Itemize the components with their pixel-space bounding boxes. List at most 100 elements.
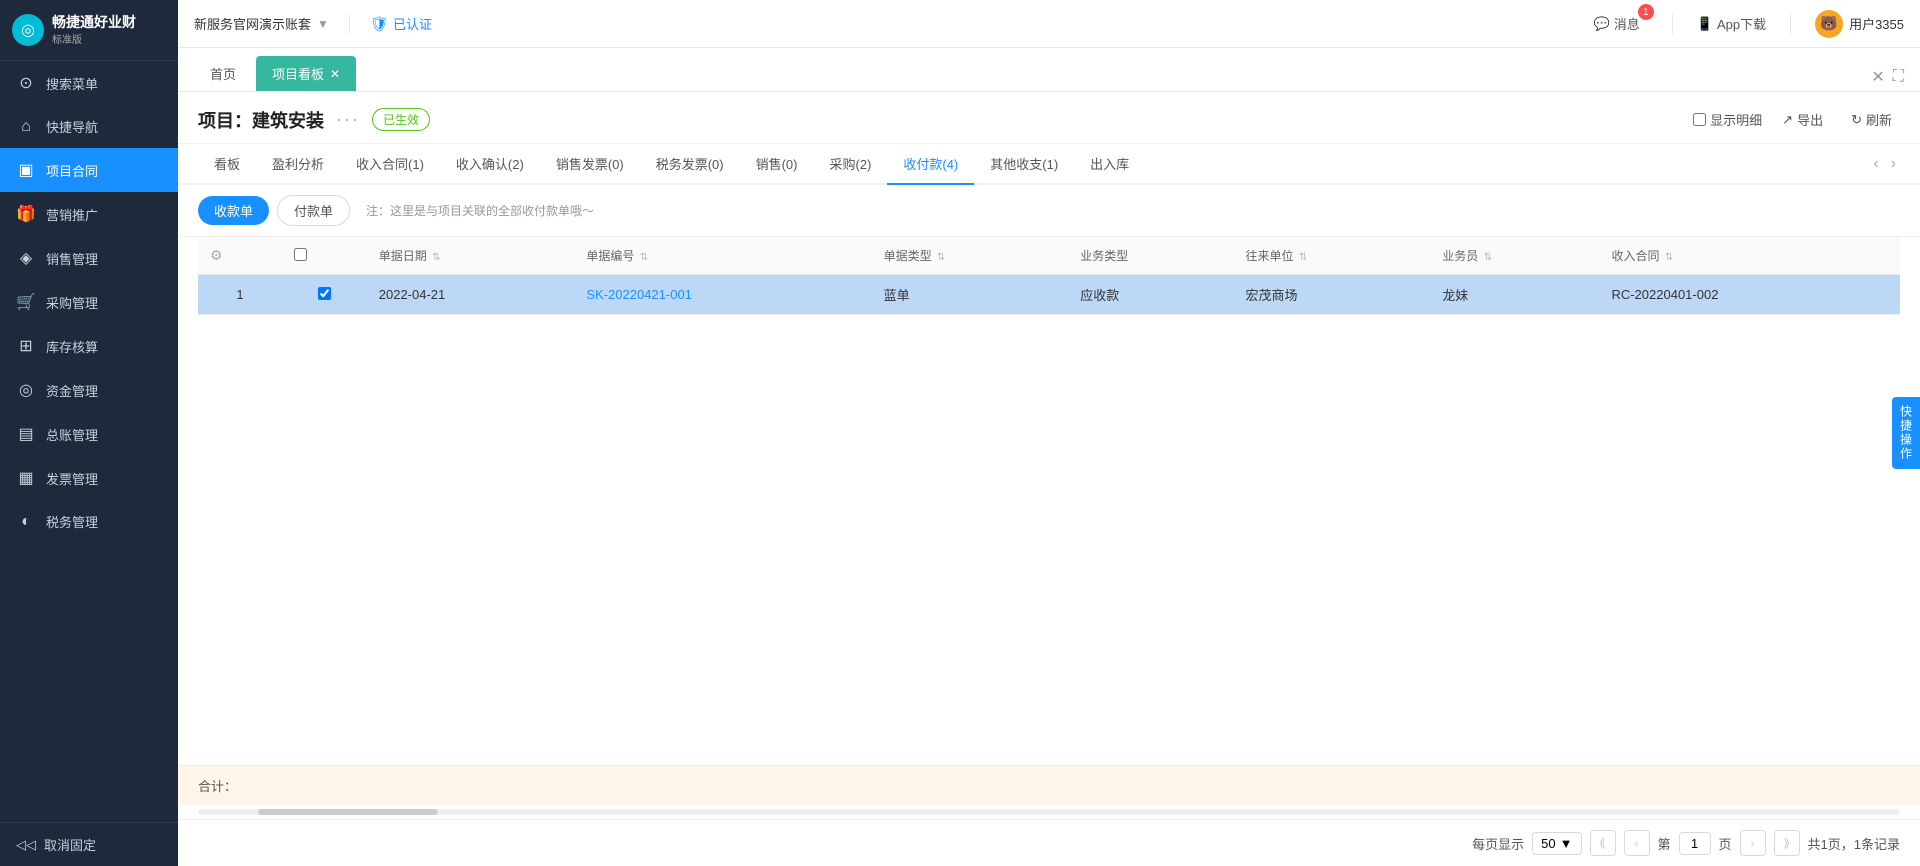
row-checkbox[interactable] xyxy=(318,287,331,300)
sub-tab-profit[interactable]: 盈利分析 xyxy=(256,144,340,185)
col-biz-type: 业务类型 xyxy=(1068,237,1233,275)
unpin-button[interactable]: ◁◁ 取消固定 xyxy=(0,822,178,866)
avatar: 🐻 xyxy=(1815,10,1843,38)
sort-code-icon[interactable]: ⇅ xyxy=(640,252,648,263)
sub-tab-tax-invoice[interactable]: 税务发票(0) xyxy=(640,144,740,185)
sub-tab-income-confirm[interactable]: 收入确认(2) xyxy=(440,144,540,185)
sub-tab-kanban[interactable]: 看板 xyxy=(198,144,256,185)
topbar-divider xyxy=(349,14,350,34)
maximize-icon[interactable]: ⛶ xyxy=(1893,68,1904,86)
payment-bill-button[interactable]: 付款单 xyxy=(277,195,350,226)
sub-tab-bar: 看板 盈利分析 收入合同(1) 收入确认(2) 销售发票(0) 税务发票(0) … xyxy=(178,144,1920,185)
workspace-selector[interactable]: 新服务官网演示账套 ▼ xyxy=(194,14,329,33)
page-input[interactable] xyxy=(1679,832,1711,855)
page-suffix-label: 页 xyxy=(1719,834,1732,853)
sidebar-logo: ◎ 畅捷通好业财 标准版 xyxy=(0,0,178,61)
settings-header: ⚙ xyxy=(198,237,282,275)
col-income-contract: 收入合同 ⇅ xyxy=(1599,237,1900,275)
col-type: 单据类型 ⇅ xyxy=(872,237,1069,275)
sub-tab-sales-invoice[interactable]: 销售发票(0) xyxy=(540,144,640,185)
sort-counterpart-icon[interactable]: ⇅ xyxy=(1299,252,1307,263)
refresh-button[interactable]: ↻ 刷新 xyxy=(1843,106,1900,133)
prev-page-button[interactable]: ‹ xyxy=(1624,830,1650,856)
sub-tab-purchase[interactable]: 采购(2) xyxy=(813,144,887,185)
sub-tab-prev-icon[interactable]: ‹ xyxy=(1869,151,1882,177)
table-settings-icon[interactable]: ⚙ xyxy=(210,247,223,263)
table-row[interactable]: 1 2022-04-21 SK-20220421-001 蓝单 应收款 宏茂商场… xyxy=(198,275,1900,315)
sub-tab-sales[interactable]: 销售(0) xyxy=(740,144,814,185)
sidebar-item-ledger[interactable]: ▤ 总账管理 xyxy=(0,412,178,456)
sidebar-item-marketing[interactable]: 🎁 营销推广 xyxy=(0,192,178,236)
project-header-right: 显示明细 ↗ 导出 ↻ 刷新 xyxy=(1693,106,1900,133)
sort-contract-icon[interactable]: ⇅ xyxy=(1665,252,1673,263)
capital-icon: ◎ xyxy=(16,380,36,400)
per-page-select[interactable]: 50 ▼ xyxy=(1532,832,1581,855)
page-label: 第 xyxy=(1658,834,1671,853)
certified-badge: 🛡 已认证 xyxy=(370,14,432,33)
sort-type-icon[interactable]: ⇅ xyxy=(937,252,945,263)
sidebar-item-nav[interactable]: ⌂ 快捷导航 xyxy=(0,105,178,148)
horizontal-scrollbar[interactable] xyxy=(178,805,1920,819)
tab-home[interactable]: 首页 xyxy=(194,56,252,91)
refresh-icon: ↻ xyxy=(1851,112,1862,128)
tab-project-board[interactable]: 项目看板 ✕ xyxy=(256,56,356,91)
float-action-button[interactable]: 快捷操作 xyxy=(1892,397,1920,469)
data-table: ⚙ 单据日期 ⇅ 单据编号 ⇅ xyxy=(198,237,1900,315)
sort-date-icon[interactable]: ⇅ xyxy=(432,252,440,263)
sub-tab-income-contract[interactable]: 收入合同(1) xyxy=(340,144,440,185)
sub-tab-nav: ‹ › xyxy=(1869,151,1900,177)
close-window-icon[interactable]: ✕ xyxy=(1871,67,1884,87)
unpin-icon: ◁◁ xyxy=(16,837,36,853)
sub-tab-receipt[interactable]: 收付款(4) xyxy=(887,144,974,185)
sidebar-item-purchase[interactable]: 🛒 采购管理 xyxy=(0,280,178,324)
row-code-link[interactable]: SK-20220421-001 xyxy=(586,287,692,302)
export-button[interactable]: ↗ 导出 xyxy=(1774,106,1831,133)
row-checkbox-cell xyxy=(282,275,367,315)
message-button[interactable]: 💬 消息 1 xyxy=(1586,10,1648,37)
row-counterpart: 宏茂商场 xyxy=(1234,275,1431,315)
sidebar-item-invoice[interactable]: ▦ 发票管理 xyxy=(0,456,178,500)
next-page-button[interactable]: › xyxy=(1740,830,1766,856)
invoice-icon: ▦ xyxy=(16,468,36,488)
purchase-icon: 🛒 xyxy=(16,292,36,312)
table-container: ⚙ 单据日期 ⇅ 单据编号 ⇅ xyxy=(178,237,1920,765)
row-salesman: 龙妹 xyxy=(1430,275,1599,315)
row-biz-type: 应收款 xyxy=(1068,275,1233,315)
sub-tab-next-icon[interactable]: › xyxy=(1887,151,1900,177)
first-page-button[interactable]: ⟪ xyxy=(1590,830,1616,856)
show-detail-input[interactable] xyxy=(1693,113,1706,126)
receipt-tab-bar: 收款单 付款单 注：这里是与项目关联的全部收付款单哦～ xyxy=(178,185,1920,237)
page-title: 项目：建筑安装 xyxy=(198,107,324,133)
tab-close-icon[interactable]: ✕ xyxy=(330,67,340,81)
row-type: 蓝单 xyxy=(872,275,1069,315)
sidebar-item-inventory[interactable]: ⊞ 库存核算 xyxy=(0,324,178,368)
last-page-button[interactable]: ⟫ xyxy=(1774,830,1800,856)
shield-icon: 🛡 xyxy=(370,15,389,33)
sidebar-item-sales[interactable]: ◈ 销售管理 xyxy=(0,236,178,280)
sidebar-item-tax[interactable]: ◐ 税务管理 xyxy=(0,500,178,543)
show-detail-checkbox[interactable]: 显示明细 xyxy=(1693,110,1762,129)
col-salesman: 业务员 ⇅ xyxy=(1430,237,1599,275)
main-area: 新服务官网演示账套 ▼ 🛡 已认证 💬 消息 1 📱 App下载 🐻 用户335… xyxy=(178,0,1920,866)
sort-salesman-icon[interactable]: ⇅ xyxy=(1484,252,1492,263)
app-logo-text: 畅捷通好业财 标准版 xyxy=(52,14,136,46)
checkbox-header xyxy=(282,237,367,275)
more-options-button[interactable]: ··· xyxy=(336,109,360,130)
sidebar-item-contract[interactable]: ▣ 项目合同 xyxy=(0,148,178,192)
sidebar-menu: ⊙ 搜索菜单 ⌂ 快捷导航 ▣ 项目合同 🎁 营销推广 ◈ 销售管理 🛒 采购管… xyxy=(0,61,178,822)
search-menu-icon: ⊙ xyxy=(16,73,36,93)
per-page-arrow-icon: ▼ xyxy=(1560,836,1573,851)
inventory-icon: ⊞ xyxy=(16,336,36,356)
project-header: 项目：建筑安装 ··· 已生效 显示明细 ↗ 导出 ↻ 刷新 xyxy=(178,92,1920,144)
sub-tab-other-expense[interactable]: 其他收支(1) xyxy=(974,144,1074,185)
select-all-checkbox[interactable] xyxy=(294,248,307,261)
user-menu[interactable]: 🐻 用户3355 xyxy=(1815,10,1904,38)
sidebar-item-search[interactable]: ⊙ 搜索菜单 xyxy=(0,61,178,105)
app-download-button[interactable]: 📱 App下载 xyxy=(1697,14,1766,33)
receipt-bill-button[interactable]: 收款单 xyxy=(198,196,269,225)
workspace-arrow-icon: ▼ xyxy=(317,17,329,31)
scrollbar-thumb[interactable] xyxy=(258,809,438,815)
sales-icon: ◈ xyxy=(16,248,36,268)
sub-tab-inout[interactable]: 出入库 xyxy=(1074,144,1145,185)
sidebar-item-capital[interactable]: ◎ 资金管理 xyxy=(0,368,178,412)
